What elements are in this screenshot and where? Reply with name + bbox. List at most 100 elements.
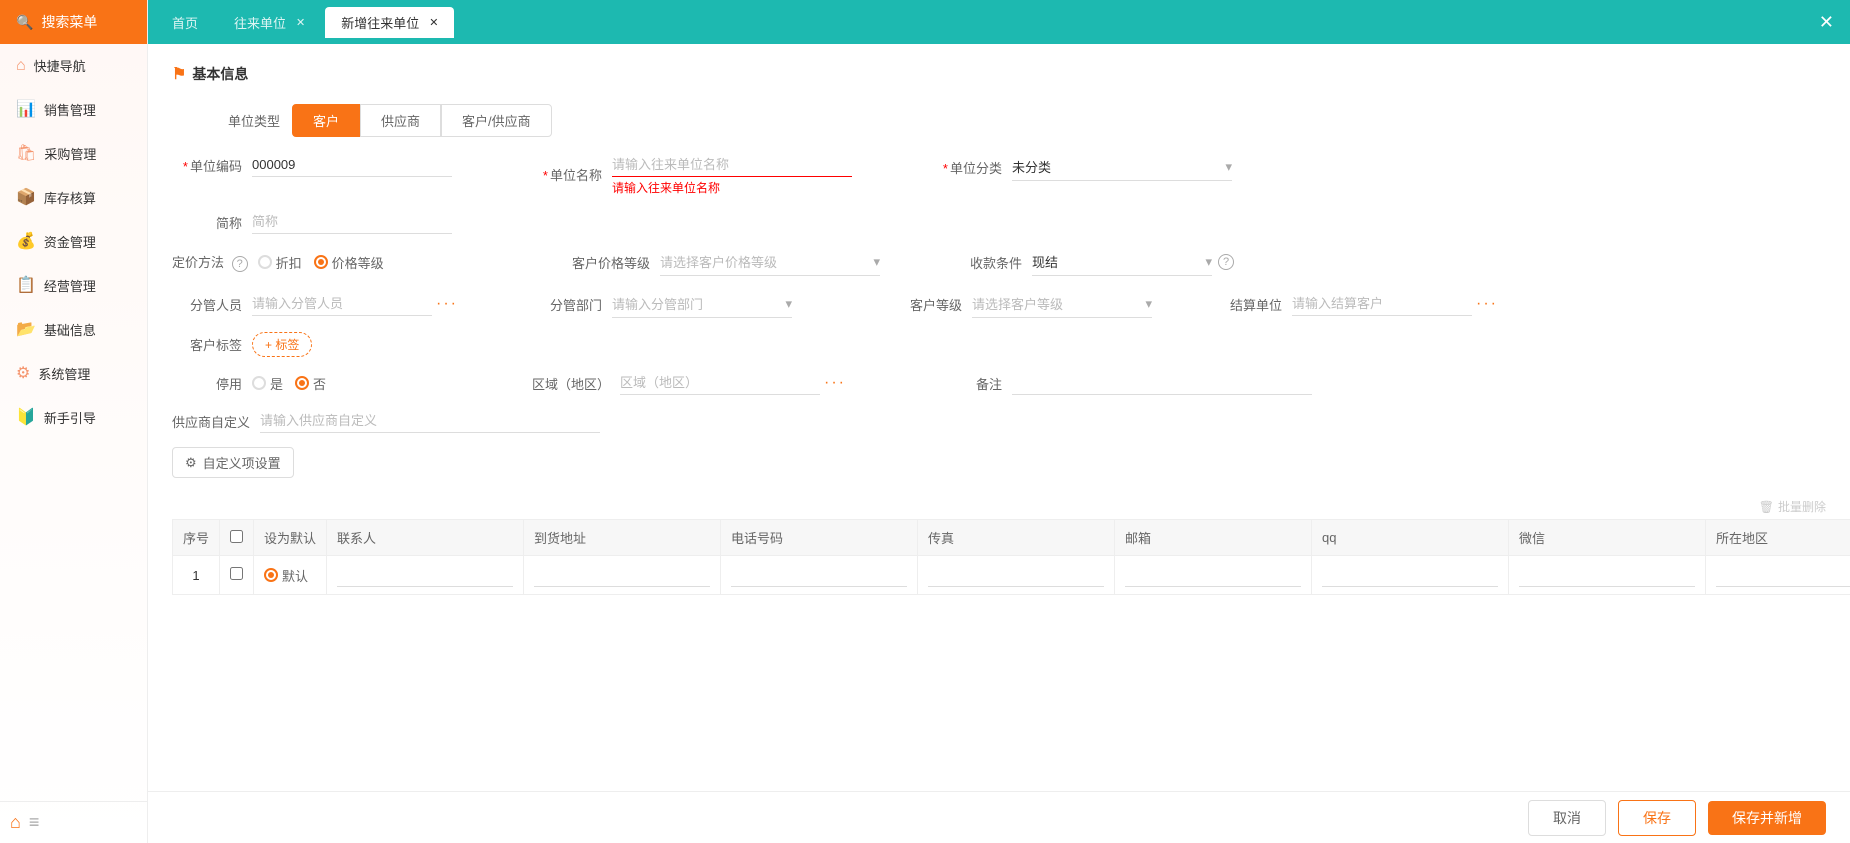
settlement-input[interactable] <box>1292 292 1472 316</box>
payment-select[interactable]: 现结 ▾ <box>1032 248 1212 276</box>
phone-input[interactable] <box>731 563 907 587</box>
expand-icon[interactable]: ≡ <box>29 812 40 833</box>
form-row-tag: 客户标签 + 标签 <box>172 332 1826 357</box>
th-phone: 电话号码 <box>721 520 918 556</box>
region-more-icon[interactable]: ··· <box>820 374 850 392</box>
row-region-input[interactable] <box>1716 563 1850 587</box>
contact-input[interactable] <box>337 563 513 587</box>
sidebar-search[interactable]: 🔍 搜索菜单 <box>0 0 147 44</box>
sidebar-item-basic[interactable]: 📂基础信息 <box>0 307 147 351</box>
disabled-radio-group: 是 否 <box>252 374 326 393</box>
tag-add-button[interactable]: + 标签 <box>252 332 312 357</box>
form-row-supplier-custom: 供应商自定义 <box>172 409 1826 433</box>
td-default: 默认 <box>254 556 327 595</box>
short-name-input[interactable] <box>252 210 452 234</box>
th-checkbox <box>220 520 254 556</box>
sales-icon: 📊 <box>16 99 36 119</box>
table-row: 1 默认 <box>173 556 1850 595</box>
dept-select[interactable]: 请输入分管部门 ▾ <box>612 290 792 318</box>
sidebar-item-system[interactable]: ⚙系统管理 <box>0 351 147 395</box>
default-radio[interactable]: 默认 <box>264 566 316 585</box>
cancel-button[interactable]: 取消 <box>1528 800 1606 836</box>
disabled-yes-radio[interactable]: 是 <box>252 374 283 393</box>
flag-icon: ⚑ <box>172 64 186 84</box>
td-contact <box>327 556 524 595</box>
guide-icon: 🔰 <box>16 407 36 427</box>
payment-label: 收款条件 <box>952 253 1032 272</box>
tabs-bar: 首页往来单位✕新增往来单位✕ ✕ <box>148 0 1850 44</box>
pricing-radio-discount[interactable]: 折扣 <box>258 253 302 272</box>
supplier-custom-input[interactable] <box>260 409 600 433</box>
unit-name-error: 请输入往来单位名称 <box>612 179 852 196</box>
form-row-unit-code: *单位编码 *单位名称 请输入往来单位名称 *单位分类 <box>172 153 1826 196</box>
sidebar-item-inventory[interactable]: 📦库存核算 <box>0 175 147 219</box>
td-checkbox <box>220 556 254 595</box>
operation-icon: 📋 <box>16 275 36 295</box>
main-area: 首页往来单位✕新增往来单位✕ ✕ ⚑ 基本信息 单位类型 客户 供应商 客户/供… <box>148 0 1850 843</box>
address-input[interactable] <box>534 563 710 587</box>
form-row-disabled: 停用 是 否 区域（地区） ··· <box>172 371 1826 395</box>
unit-name-input[interactable] <box>612 153 852 177</box>
disabled-no-circle <box>295 376 309 390</box>
supplier-custom-label: 供应商自定义 <box>172 412 260 431</box>
pricing-radio-level[interactable]: 价格等级 <box>314 253 384 272</box>
fax-input[interactable] <box>928 563 1104 587</box>
sidebar-item-finance[interactable]: 💰资金管理 <box>0 219 147 263</box>
unit-type-both-button[interactable]: 客户/供应商 <box>441 104 552 137</box>
wechat-input[interactable] <box>1519 563 1695 587</box>
sidebar-bottom: ⌂ ≡ <box>0 801 147 843</box>
purchase-icon: 🛍 <box>16 143 36 163</box>
tab-partner-new[interactable]: 新增往来单位✕ <box>325 7 454 38</box>
remark-input[interactable] <box>1012 371 1312 395</box>
customer-level-select[interactable]: 请选择客户等级 ▾ <box>972 290 1152 318</box>
disabled-no-radio[interactable]: 否 <box>295 374 326 393</box>
tab-close-partner-list[interactable]: ✕ <box>296 16 305 29</box>
batch-delete-button[interactable]: 🗑 批量删除 <box>1759 498 1826 515</box>
custom-settings-button[interactable]: ⚙ 自定义项设置 <box>172 447 294 478</box>
pricing-radio-group: 折扣 价格等级 <box>258 253 384 272</box>
tab-partner-list[interactable]: 往来单位✕ <box>218 7 321 38</box>
sidebar-item-quick-nav[interactable]: ⌂快捷导航 <box>0 44 147 87</box>
short-name-label: 简称 <box>172 213 252 232</box>
unit-code-label: *单位编码 <box>172 156 252 175</box>
unit-category-select[interactable]: 未分类 ▾ <box>1012 153 1232 181</box>
delete-icon: 🗑 <box>1759 500 1774 514</box>
td-fax <box>918 556 1115 595</box>
unit-type-customer-button[interactable]: 客户 <box>292 104 360 137</box>
dept-caret-icon: ▾ <box>785 296 792 312</box>
sidebar-item-sales[interactable]: 📊销售管理 <box>0 87 147 131</box>
customer-price-select[interactable]: 请选择客户价格等级 ▾ <box>660 248 880 276</box>
th-wechat: 微信 <box>1509 520 1706 556</box>
customer-level-label: 客户等级 <box>892 295 972 314</box>
sidebar-item-operation[interactable]: 📋经营管理 <box>0 263 147 307</box>
sidebar: 🔍 搜索菜单 ⌂快捷导航📊销售管理🛍采购管理📦库存核算💰资金管理📋经营管理📂基础… <box>0 0 148 843</box>
section-title: ⚑ 基本信息 <box>172 64 1826 84</box>
region-input[interactable] <box>620 371 820 395</box>
th-contact: 联系人 <box>327 520 524 556</box>
unit-code-input[interactable] <box>252 153 452 177</box>
row-checkbox[interactable] <box>230 567 243 580</box>
sidebar-item-guide[interactable]: 🔰新手引导 <box>0 395 147 439</box>
qq-input[interactable] <box>1322 563 1498 587</box>
payment-help-icon[interactable]: ? <box>1218 254 1234 270</box>
th-region: 所在地区 <box>1706 520 1850 556</box>
tab-home[interactable]: 首页 <box>156 7 214 38</box>
tab-close-partner-new[interactable]: ✕ <box>429 16 438 29</box>
home-icon[interactable]: ⌂ <box>10 812 21 833</box>
td-wechat <box>1509 556 1706 595</box>
email-input[interactable] <box>1125 563 1301 587</box>
td-qq <box>1312 556 1509 595</box>
td-region <box>1706 556 1850 595</box>
settings-icon: ⚙ <box>185 455 197 471</box>
close-window-button[interactable]: ✕ <box>1811 12 1842 33</box>
select-all-checkbox[interactable] <box>230 530 243 543</box>
save-add-button[interactable]: 保存并新增 <box>1708 801 1826 835</box>
settlement-more-icon[interactable]: ··· <box>1472 295 1502 313</box>
save-button[interactable]: 保存 <box>1618 800 1696 836</box>
pricing-help-icon[interactable]: ? <box>232 256 248 272</box>
manager-input[interactable] <box>252 292 432 316</box>
sidebar-item-purchase[interactable]: 🛍采购管理 <box>0 131 147 175</box>
customer-price-label: 客户价格等级 <box>572 253 660 272</box>
unit-type-supplier-button[interactable]: 供应商 <box>360 104 441 137</box>
manager-more-icon[interactable]: ··· <box>432 295 462 313</box>
